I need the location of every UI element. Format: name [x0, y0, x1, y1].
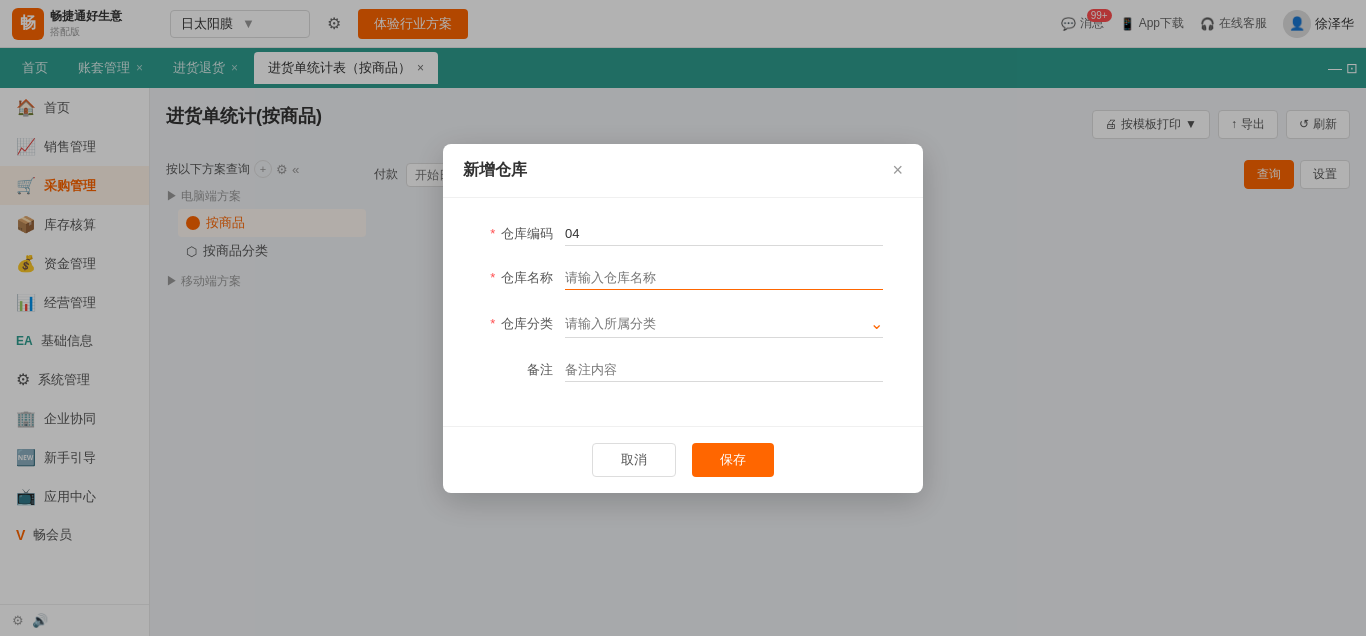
new-warehouse-dialog: 新增仓库 × * 仓库编码 * 仓库名称 — [443, 144, 923, 493]
code-label: * 仓库编码 — [483, 225, 553, 243]
code-input[interactable] — [565, 222, 883, 246]
form-row-remark: 备注 — [483, 358, 883, 382]
code-required-mark: * — [490, 226, 495, 241]
dialog-close-button[interactable]: × — [892, 160, 903, 181]
dialog-footer: 取消 保存 — [443, 426, 923, 493]
category-input[interactable] — [565, 316, 870, 331]
category-select-wrap: ⌄ — [565, 310, 883, 338]
form-row-category: * 仓库分类 ⌄ — [483, 310, 883, 338]
category-label-text: 仓库分类 — [501, 316, 553, 331]
dialog-header: 新增仓库 × — [443, 144, 923, 198]
remark-label-text: 备注 — [527, 362, 553, 377]
remark-label: 备注 — [483, 361, 553, 379]
dialog-body: * 仓库编码 * 仓库名称 * 仓库分类 — [443, 198, 923, 426]
name-input[interactable] — [565, 266, 883, 290]
remark-input[interactable] — [565, 358, 883, 382]
save-button[interactable]: 保存 — [692, 443, 774, 477]
dialog-title: 新增仓库 — [463, 160, 527, 181]
overlay: 新增仓库 × * 仓库编码 * 仓库名称 — [0, 0, 1366, 636]
code-label-text: 仓库编码 — [501, 226, 553, 241]
name-label-text: 仓库名称 — [501, 270, 553, 285]
name-required-mark: * — [490, 270, 495, 285]
form-row-code: * 仓库编码 — [483, 222, 883, 246]
form-row-name: * 仓库名称 — [483, 266, 883, 290]
category-dropdown-icon[interactable]: ⌄ — [870, 314, 883, 333]
category-required-mark: * — [490, 316, 495, 331]
name-label: * 仓库名称 — [483, 269, 553, 287]
cancel-button[interactable]: 取消 — [592, 443, 676, 477]
category-label: * 仓库分类 — [483, 315, 553, 333]
